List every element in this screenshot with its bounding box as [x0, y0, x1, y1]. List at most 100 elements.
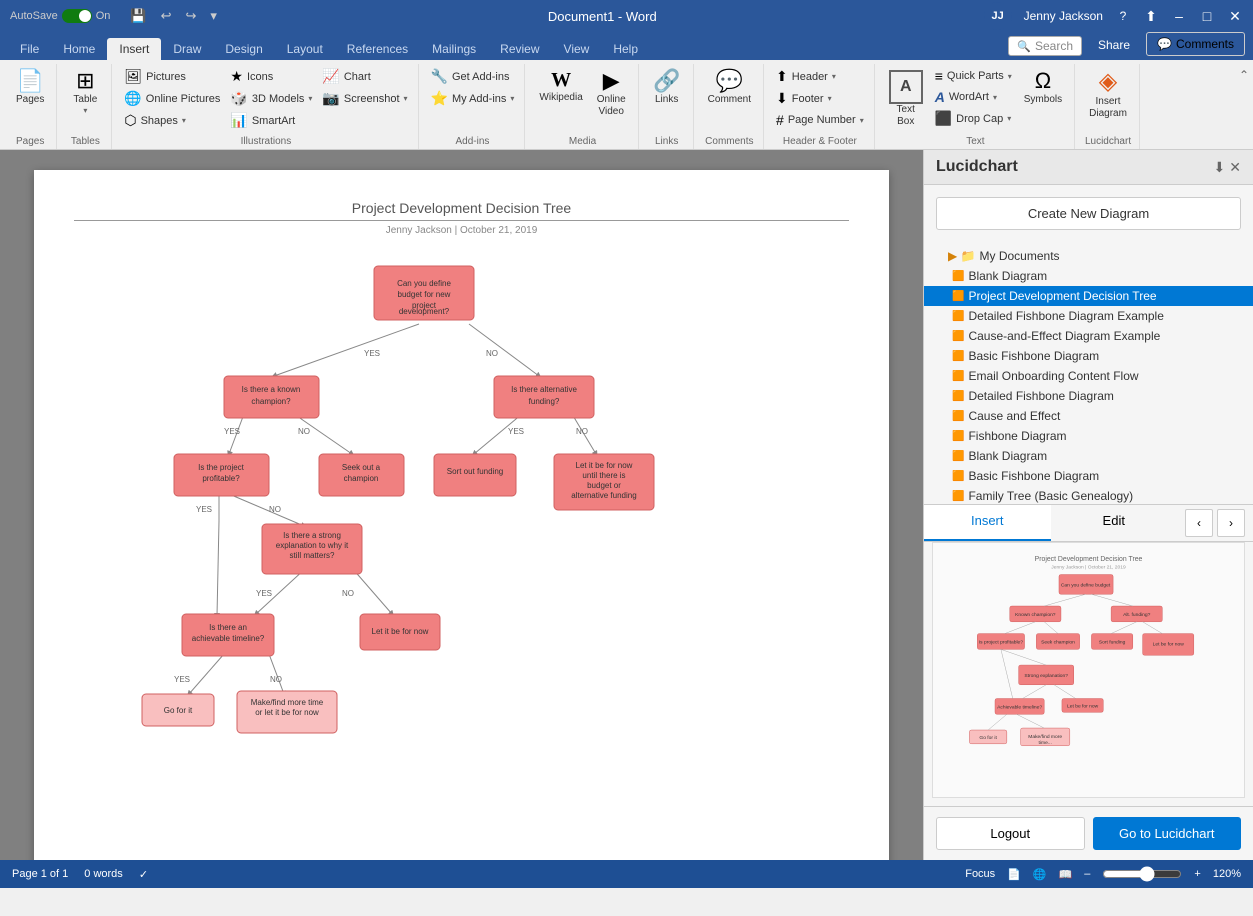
prev-button[interactable]: ‹ [1185, 509, 1213, 537]
logout-button[interactable]: Logout [936, 817, 1085, 850]
comments-button[interactable]: 💬 Comments [1146, 32, 1245, 56]
svg-text:champion?: champion? [251, 397, 291, 406]
quick-parts-button[interactable]: ≡ Quick Parts ▾ [931, 66, 1016, 86]
comments-group-label: Comments [705, 136, 753, 147]
symbols-button[interactable]: Ω Symbols [1018, 66, 1068, 110]
page-number-button[interactable]: # Page Number ▾ [772, 110, 868, 130]
insert-diagram-button[interactable]: ◈ InsertDiagram [1083, 66, 1133, 124]
tab-insert[interactable]: Insert [924, 505, 1051, 541]
tree-item[interactable]: 🟧Detailed Fishbone Diagram [924, 386, 1253, 406]
footer-button[interactable]: ⬇ Footer ▾ [772, 88, 868, 109]
header-button[interactable]: ⬆ Header ▾ [772, 66, 868, 87]
table-arrow: ▾ [83, 106, 87, 115]
panel-nav: ‹ › [1177, 505, 1253, 541]
3d-models-button[interactable]: 🎲 3D Models ▾ [226, 88, 316, 109]
textbox-button[interactable]: A TextBox [883, 66, 929, 132]
zoom-slider[interactable] [1102, 866, 1182, 882]
view-read-icon[interactable]: 📖 [1059, 868, 1073, 881]
search-box[interactable]: 🔍 Search [1008, 36, 1082, 56]
proofing-icon: ✓ [139, 868, 148, 881]
tree-item-label: Family Tree (Basic Genealogy) [968, 489, 1133, 503]
links-button[interactable]: 🔗 Links [647, 66, 687, 110]
tree-item[interactable]: 🟧Cause-and-Effect Diagram Example [924, 326, 1253, 346]
svg-text:Go for it: Go for it [979, 735, 997, 741]
pictures-button[interactable]: 🖼 Pictures [120, 66, 224, 87]
tab-home[interactable]: Home [51, 38, 107, 60]
share-button[interactable]: Share [1086, 34, 1142, 56]
tab-references[interactable]: References [335, 38, 420, 60]
tab-insert[interactable]: Insert [107, 38, 161, 60]
goto-lucidchart-button[interactable]: Go to Lucidchart [1093, 817, 1242, 850]
ribbon-collapse[interactable]: ⌃ [1239, 64, 1249, 149]
smartart-button[interactable]: 📊 SmartArt [226, 110, 316, 131]
my-addins-button[interactable]: ⭐ My Add-ins ▾ [427, 88, 519, 109]
dropcap-button[interactable]: ⬛ Drop Cap ▾ [931, 108, 1016, 129]
tree-item[interactable]: 🟧Email Onboarding Content Flow [924, 366, 1253, 386]
diagram-icon: 🟧 [952, 411, 964, 422]
autosave-toggle[interactable] [62, 9, 92, 23]
wordart-button[interactable]: A WordArt ▾ [931, 87, 1016, 107]
tab-review[interactable]: Review [488, 38, 551, 60]
tree-item[interactable]: 🟧Basic Fishbone Diagram [924, 466, 1253, 486]
save-icon[interactable]: 💾 [126, 6, 150, 26]
pages-button[interactable]: 📄 Pages [10, 66, 50, 110]
zoom-level[interactable]: 120% [1213, 868, 1241, 880]
undo-icon[interactable]: ↩ [157, 6, 176, 26]
online-video-button[interactable]: ▶ OnlineVideo [591, 66, 632, 122]
user-avatar[interactable]: JJ [984, 2, 1012, 30]
ribbon-toggle-icon[interactable]: ⬆ [1143, 8, 1159, 24]
svg-text:Go for it: Go for it [164, 706, 193, 715]
close-button[interactable]: ✕ [1227, 8, 1243, 24]
comment-button[interactable]: 💬 Comment [702, 66, 757, 110]
tree-item[interactable]: 🟧Family Tree (Basic Genealogy) [924, 486, 1253, 505]
tab-mailings[interactable]: Mailings [420, 38, 488, 60]
chart-button[interactable]: 📈 Chart [318, 66, 411, 87]
addins-col: 🔧 Get Add-ins ⭐ My Add-ins ▾ [427, 66, 519, 109]
redo-icon[interactable]: ↪ [181, 6, 200, 26]
tab-draw[interactable]: Draw [161, 38, 213, 60]
zoom-minus-icon[interactable]: – [1084, 868, 1090, 880]
tree-item[interactable]: 🟧Blank Diagram [924, 266, 1253, 286]
panel-minimize-icon[interactable]: ⬇ [1214, 159, 1226, 176]
view-print-icon[interactable]: 📄 [1007, 868, 1021, 881]
tree-item[interactable]: 🟧Basic Fishbone Diagram [924, 346, 1253, 366]
view-web-icon[interactable]: 🌐 [1033, 868, 1047, 881]
tab-file[interactable]: File [8, 38, 51, 60]
minimize-button[interactable]: – [1171, 8, 1187, 24]
tab-view[interactable]: View [552, 38, 602, 60]
icons-button[interactable]: ★ Icons [226, 66, 316, 87]
tree-item[interactable]: 🟧Cause and Effect [924, 406, 1253, 426]
help-icon[interactable]: ? [1115, 8, 1131, 24]
svg-text:champion: champion [344, 474, 379, 483]
tree-root[interactable]: ▶ 📁 My Documents [924, 246, 1253, 266]
tree-item[interactable]: 🟧Project Development Decision Tree [924, 286, 1253, 306]
zoom-plus-icon[interactable]: + [1194, 868, 1200, 880]
tab-layout[interactable]: Layout [275, 38, 335, 60]
tab-design[interactable]: Design [213, 38, 274, 60]
restore-button[interactable]: □ [1199, 8, 1215, 24]
shapes-button[interactable]: ⬡ Shapes ▾ [120, 110, 224, 131]
svg-text:Alt. funding?: Alt. funding? [1123, 612, 1151, 618]
table-button[interactable]: ⊞ Table ▾ [65, 66, 105, 119]
next-button[interactable]: › [1217, 509, 1245, 537]
wikipedia-button[interactable]: W Wikipedia [533, 66, 588, 108]
svg-text:Is there a known: Is there a known [242, 385, 301, 394]
panel-close-icon[interactable]: ✕ [1229, 159, 1241, 176]
page-number-icon: # [776, 112, 784, 128]
tree-item[interactable]: 🟧Detailed Fishbone Diagram Example [924, 306, 1253, 326]
get-addins-button[interactable]: 🔧 Get Add-ins [427, 66, 519, 87]
create-new-diagram-button[interactable]: Create New Diagram [936, 197, 1241, 230]
screenshot-button[interactable]: 📷 Screenshot ▾ [318, 88, 411, 109]
tree-item[interactable]: 🟧Blank Diagram [924, 446, 1253, 466]
tab-edit[interactable]: Edit [1051, 505, 1178, 541]
svg-text:YES: YES [196, 505, 212, 514]
customize-icon[interactable]: ▾ [206, 6, 221, 26]
diagram-icon: 🟧 [952, 291, 964, 302]
online-pictures-button[interactable]: 🌐 Online Pictures [120, 88, 224, 109]
header-arrow: ▾ [832, 72, 836, 81]
tree-item[interactable]: 🟧Fishbone Diagram [924, 426, 1253, 446]
preview-area: Project Development Decision Tree Jenny … [932, 542, 1245, 798]
focus-label[interactable]: Focus [965, 868, 995, 880]
tab-help[interactable]: Help [601, 38, 650, 60]
svg-text:alternative funding: alternative funding [571, 491, 636, 500]
